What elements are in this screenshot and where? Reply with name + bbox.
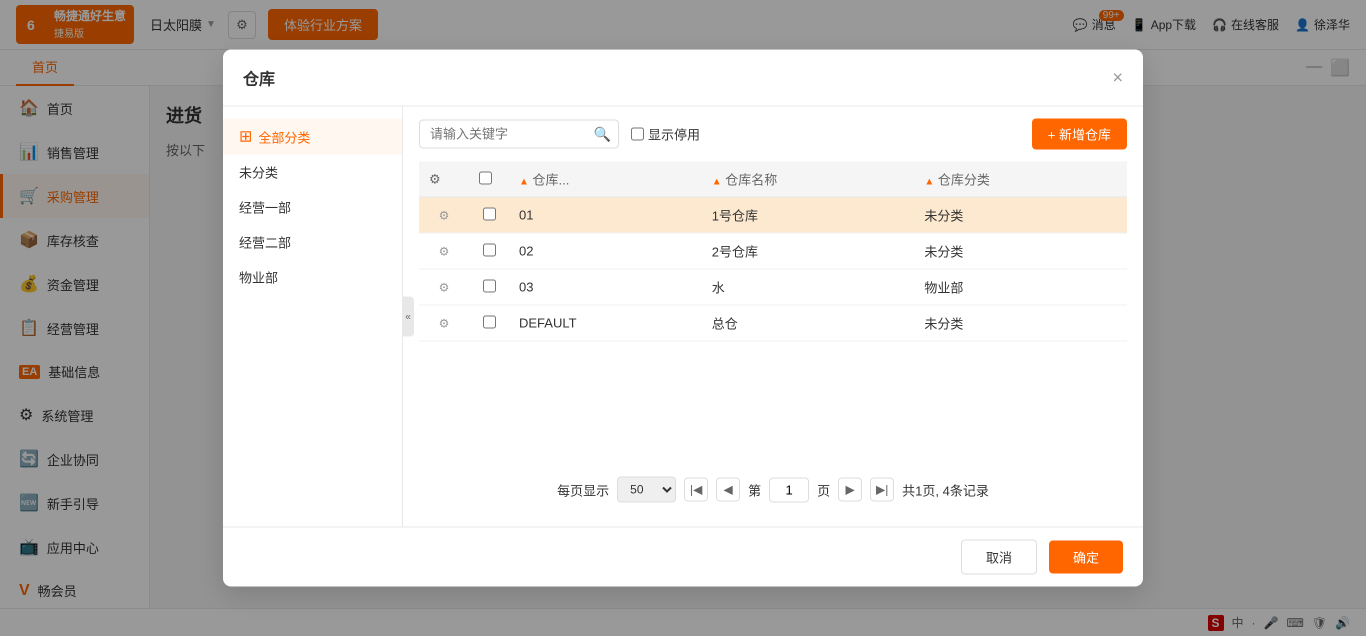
- table-row[interactable]: ⚙ 01 1号仓库 未分类: [419, 197, 1127, 233]
- table-toolbar: 🔍 显示停用 + 新增仓库: [419, 119, 1127, 150]
- total-info: 共1页, 4条记录: [902, 480, 989, 499]
- table-panel: 🔍 显示停用 + 新增仓库 ⚙ ▲ 仓库...: [403, 107, 1143, 527]
- show-disabled-checkbox[interactable]: 显示停用: [631, 125, 700, 144]
- row-code-1: 01: [509, 197, 702, 233]
- row-gear-1: ⚙: [419, 197, 469, 233]
- modal-title: 仓库: [243, 66, 275, 90]
- chevron-left-icon: «: [405, 311, 411, 322]
- table-row[interactable]: ⚙ 03 水 物业部: [419, 269, 1127, 305]
- grid-icon: ⊞: [239, 127, 252, 147]
- show-disabled-check[interactable]: [631, 128, 644, 141]
- tree-item-property[interactable]: 物业部: [223, 260, 402, 295]
- row-check-1[interactable]: [469, 197, 509, 233]
- tree-item-dept2[interactable]: 经营二部: [223, 225, 402, 260]
- row-code-3: 03: [509, 269, 702, 305]
- page-number-input[interactable]: [769, 477, 809, 502]
- tree-item-dept1[interactable]: 经营一部: [223, 190, 402, 225]
- row-checkbox-2[interactable]: [483, 243, 496, 256]
- table-header-row: ⚙ ▲ 仓库... ▲ 仓库名称 ▲ 仓库分类: [419, 162, 1127, 198]
- col-header-name: ▲ 仓库名称: [702, 162, 915, 198]
- page-label: 第: [748, 480, 761, 499]
- table-body: ⚙ 01 1号仓库 未分类 ⚙ 02 2号仓库 未分类 ⚙: [419, 197, 1127, 341]
- tree-dept1-label: 经营一部: [239, 198, 291, 217]
- row-gear-3: ⚙: [419, 269, 469, 305]
- col-header-gear: ⚙: [419, 162, 469, 198]
- tree-item-uncategorized[interactable]: 未分类: [223, 155, 402, 190]
- row-category-1: 未分类: [914, 197, 1127, 233]
- warehouse-modal: 仓库 × ⊞ 全部分类 未分类 经营一部 经营二部 物业部 «: [223, 50, 1143, 587]
- col-header-check: [469, 162, 509, 198]
- modal-close-button[interactable]: ×: [1112, 69, 1123, 87]
- table-row[interactable]: ⚙ 02 2号仓库 未分类: [419, 233, 1127, 269]
- search-icon: 🔍: [594, 126, 611, 143]
- page-label-2: 页: [817, 480, 830, 499]
- row-check-2[interactable]: [469, 233, 509, 269]
- last-page-button[interactable]: ▶|: [870, 478, 894, 502]
- row-code-4: DEFAULT: [509, 305, 702, 341]
- table-row[interactable]: ⚙ DEFAULT 总仓 未分类: [419, 305, 1127, 341]
- row-code-2: 02: [509, 233, 702, 269]
- row-category-3: 物业部: [914, 269, 1127, 305]
- first-page-button[interactable]: |◀: [684, 478, 708, 502]
- add-warehouse-button[interactable]: + 新增仓库: [1032, 119, 1127, 150]
- sort-icon-name: ▲: [712, 177, 722, 188]
- row-gear-2: ⚙: [419, 233, 469, 269]
- page-size-label: 每页显示: [557, 480, 609, 499]
- row-gear-4: ⚙: [419, 305, 469, 341]
- search-input[interactable]: [419, 120, 619, 149]
- modal-body: ⊞ 全部分类 未分类 经营一部 经营二部 物业部 «: [223, 107, 1143, 527]
- row-name-4: 总仓: [702, 305, 915, 341]
- row-check-4[interactable]: [469, 305, 509, 341]
- row-category-2: 未分类: [914, 233, 1127, 269]
- tree-all-label: 全部分类: [258, 127, 310, 146]
- show-disabled-label: 显示停用: [648, 125, 700, 144]
- pagination: 每页显示 20 50 100 |◀ ◀ 第 页 ▶ ▶| 共1页, 4条记录: [419, 465, 1127, 515]
- col-header-code: ▲ 仓库...: [509, 162, 702, 198]
- confirm-button[interactable]: 确定: [1049, 541, 1123, 574]
- row-checkbox-4[interactable]: [483, 315, 496, 328]
- page-size-select[interactable]: 20 50 100: [617, 477, 676, 503]
- modal-footer: 取消 确定: [223, 527, 1143, 587]
- sort-icon: ▲: [519, 177, 529, 188]
- col-header-category: ▲ 仓库分类: [914, 162, 1127, 198]
- search-wrap: 🔍: [419, 120, 619, 149]
- row-checkbox-1[interactable]: [483, 207, 496, 220]
- row-check-3[interactable]: [469, 269, 509, 305]
- tree-dept2-label: 经营二部: [239, 233, 291, 252]
- category-tree-panel: ⊞ 全部分类 未分类 经营一部 经营二部 物业部 «: [223, 107, 403, 527]
- row-checkbox-3[interactable]: [483, 279, 496, 292]
- modal-header: 仓库 ×: [223, 50, 1143, 107]
- row-name-2: 2号仓库: [702, 233, 915, 269]
- tree-property-label: 物业部: [239, 268, 278, 287]
- cancel-button[interactable]: 取消: [961, 540, 1037, 575]
- table-header: ⚙ ▲ 仓库... ▲ 仓库名称 ▲ 仓库分类: [419, 162, 1127, 198]
- tree-collapse-button[interactable]: «: [402, 297, 414, 337]
- warehouse-table: ⚙ ▲ 仓库... ▲ 仓库名称 ▲ 仓库分类: [419, 162, 1127, 342]
- row-category-4: 未分类: [914, 305, 1127, 341]
- select-all-checkbox[interactable]: [479, 171, 492, 184]
- row-name-3: 水: [702, 269, 915, 305]
- tree-item-all[interactable]: ⊞ 全部分类: [223, 119, 402, 155]
- tree-uncategorized-label: 未分类: [239, 163, 278, 182]
- sort-icon-cat: ▲: [924, 177, 934, 188]
- prev-page-button[interactable]: ◀: [716, 478, 740, 502]
- row-name-1: 1号仓库: [702, 197, 915, 233]
- next-page-button[interactable]: ▶: [838, 478, 862, 502]
